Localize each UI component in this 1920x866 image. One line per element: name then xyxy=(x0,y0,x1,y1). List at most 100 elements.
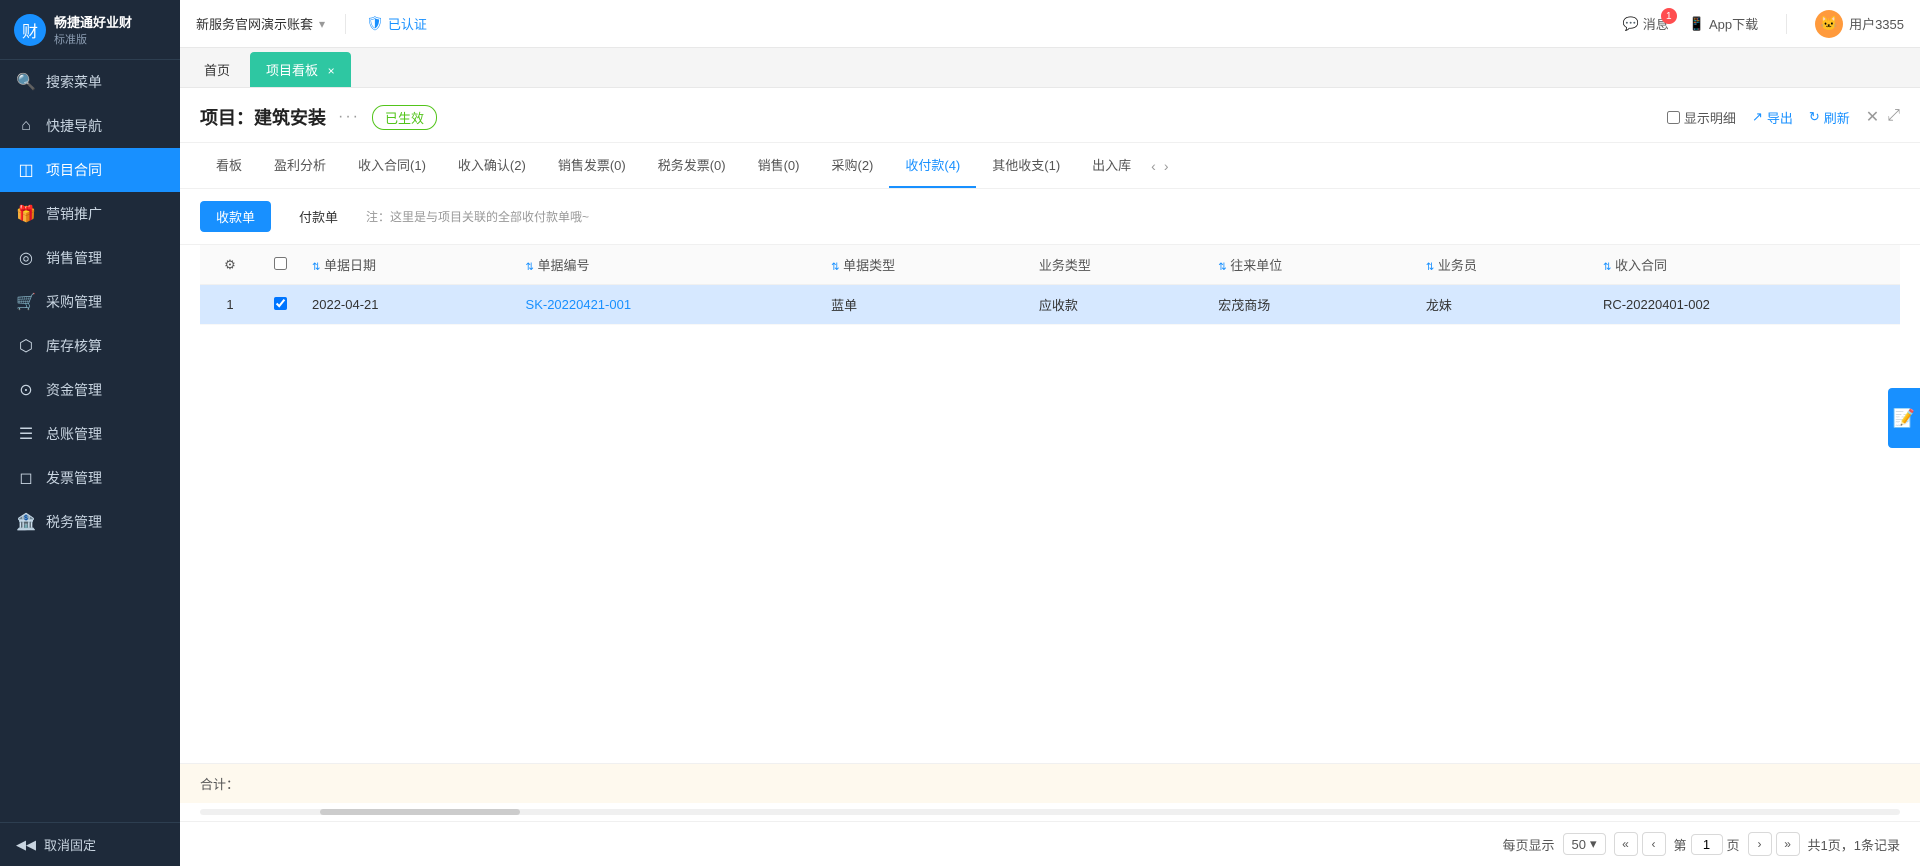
sub-nav-other-expenses[interactable]: 其他收支(1) xyxy=(976,143,1076,188)
sub-nav-income-confirm[interactable]: 收入确认(2) xyxy=(442,143,542,188)
next-page-btn[interactable]: › xyxy=(1748,832,1772,856)
main-area: 新服务官网演示账套 ▾ 🛡 已认证 💬 消息 1 📱 App下载 🐱 用户335… xyxy=(180,0,1920,866)
sidebar-item-search[interactable]: 🔍 搜索菜单 xyxy=(0,60,180,104)
row-number-link[interactable]: SK-20220421-001 xyxy=(526,297,632,312)
th-type[interactable]: ⇅ 单据类型 xyxy=(819,245,1027,285)
topbar-message-btn[interactable]: 💬 消息 1 xyxy=(1623,14,1669,33)
th-number[interactable]: ⇅ 单据编号 xyxy=(514,245,820,285)
sidebar-item-capital[interactable]: ⊙ 资金管理 xyxy=(0,368,180,412)
filter-bar: 收款单 付款单 注：这里是与项目关联的全部收付款单哦~ xyxy=(180,189,1920,245)
row-select-checkbox[interactable] xyxy=(274,297,287,310)
select-all-checkbox[interactable] xyxy=(274,257,287,270)
chevron-down-icon[interactable]: ▾ xyxy=(319,17,325,31)
sort-icon: ⇅ xyxy=(312,262,320,273)
floating-btn-icon: 📝 xyxy=(1893,408,1915,429)
export-icon: ↗ xyxy=(1752,109,1763,125)
topbar-certified: 🛡 已认证 xyxy=(366,14,427,33)
payment-tab-btn[interactable]: 付款单 xyxy=(283,201,354,232)
data-table: ⚙ ⇅ 单据日期 ⇅ 单据编号 xyxy=(200,245,1900,325)
topbar-user[interactable]: 🐱 用户3355 xyxy=(1815,10,1904,38)
scrollbar-track xyxy=(200,809,1900,815)
th-biz-type: 业务类型 xyxy=(1027,245,1206,285)
window-controls: ✕ ⤢ xyxy=(1866,107,1900,127)
tab-close-icon[interactable]: × xyxy=(328,64,335,78)
topbar-right: 💬 消息 1 📱 App下载 🐱 用户3355 xyxy=(1623,10,1904,38)
row-number[interactable]: SK-20220421-001 xyxy=(514,285,820,325)
sub-nav-sales[interactable]: 销售(0) xyxy=(742,143,816,188)
th-date[interactable]: ⇅ 单据日期 xyxy=(300,245,514,285)
sidebar-item-sales[interactable]: ◎ 销售管理 xyxy=(0,236,180,280)
first-page-btn[interactable]: « xyxy=(1614,832,1638,856)
sort-icon3: ⇅ xyxy=(831,262,839,273)
tab-project-board[interactable]: 项目看板 × xyxy=(250,52,351,87)
refresh-button[interactable]: ↻ 刷新 xyxy=(1809,108,1850,127)
last-page-btn[interactable]: » xyxy=(1776,832,1800,856)
row-company: 宏茂商场 xyxy=(1206,285,1414,325)
th-income-contract[interactable]: ⇅ 收入合同 xyxy=(1591,245,1900,285)
sidebar-unpin[interactable]: ◀◀ 取消固定 xyxy=(0,822,180,866)
th-settings[interactable]: ⚙ xyxy=(200,245,260,285)
row-num: 1 xyxy=(200,285,260,325)
sidebar-item-marketing[interactable]: 🎁 营销推广 xyxy=(0,192,180,236)
tabbar: 首页 项目看板 × xyxy=(180,48,1920,88)
sidebar-item-inventory[interactable]: ⬡ 库存核算 xyxy=(0,324,180,368)
table-scrollbar[interactable] xyxy=(180,803,1920,821)
message-badge: 1 xyxy=(1661,8,1677,24)
more-options-icon[interactable]: ··· xyxy=(338,108,360,126)
export-button[interactable]: ↗ 导出 xyxy=(1752,108,1793,127)
sort-icon6: ⇅ xyxy=(1603,262,1611,273)
pagination: 每页显示 50 ▾ « ‹ 第 页 › xyxy=(180,821,1920,866)
sort-icon2: ⇅ xyxy=(526,262,534,273)
project-header-right: 显示明细 ↗ 导出 ↻ 刷新 ✕ ⤢ xyxy=(1667,107,1900,127)
maximize-window-icon[interactable]: ⤢ xyxy=(1887,107,1900,127)
logo-icon: 财 xyxy=(14,14,46,46)
user-avatar: 🐱 xyxy=(1815,10,1843,38)
tab-home[interactable]: 首页 xyxy=(188,52,246,87)
floating-action-btn[interactable]: 📝 xyxy=(1888,388,1920,448)
sub-nav-prev-icon[interactable]: ‹ xyxy=(1147,158,1160,174)
chevron-down-icon: ▾ xyxy=(1590,836,1597,852)
table-total: 合计： xyxy=(180,763,1920,803)
th-company[interactable]: ⇅ 往来单位 xyxy=(1206,245,1414,285)
sidebar-item-ledger[interactable]: ☰ 总账管理 xyxy=(0,412,180,456)
th-salesperson[interactable]: ⇅ 业务员 xyxy=(1414,245,1591,285)
th-checkbox[interactable] xyxy=(260,245,300,285)
sidebar-item-invoice[interactable]: ◻ 发票管理 xyxy=(0,456,180,500)
row-income-contract: RC-20220401-002 xyxy=(1591,285,1900,325)
sub-nav-kanban[interactable]: 看板 xyxy=(200,143,258,188)
table-wrap[interactable]: ⚙ ⇅ 单据日期 ⇅ 单据编号 xyxy=(180,245,1920,763)
receipt-tab-btn[interactable]: 收款单 xyxy=(200,201,271,232)
prev-page-btn[interactable]: ‹ xyxy=(1642,832,1666,856)
topbar-divider2 xyxy=(1786,14,1787,34)
sub-nav-profit[interactable]: 盈利分析 xyxy=(258,143,342,188)
sidebar-item-purchase[interactable]: 🛒 采购管理 xyxy=(0,280,180,324)
sub-nav-next-icon[interactable]: › xyxy=(1160,158,1173,174)
sub-nav-income-contract[interactable]: 收入合同(1) xyxy=(342,143,442,188)
close-window-icon[interactable]: ✕ xyxy=(1866,107,1879,127)
per-page-select[interactable]: 50 ▾ xyxy=(1563,833,1606,855)
capital-icon: ⊙ xyxy=(16,380,36,400)
gift-icon: 🎁 xyxy=(16,204,36,224)
row-checkbox[interactable] xyxy=(260,285,300,325)
sub-nav-sales-invoice[interactable]: 销售发票(0) xyxy=(542,143,642,188)
sidebar-item-contract[interactable]: ◫ 项目合同 xyxy=(0,148,180,192)
sub-nav-receipts[interactable]: 收付款(4) xyxy=(889,143,976,188)
scrollbar-thumb[interactable] xyxy=(320,809,520,815)
home-icon: ⌂ xyxy=(16,117,36,135)
show-detail-checkbox[interactable]: 显示明细 xyxy=(1667,108,1736,127)
message-icon: 💬 xyxy=(1623,16,1639,32)
page-number-input[interactable] xyxy=(1691,834,1723,855)
topbar-app-download[interactable]: 📱 App下载 xyxy=(1689,14,1758,33)
sub-nav-purchase[interactable]: 采购(2) xyxy=(815,143,889,188)
phone-icon: 📱 xyxy=(1689,16,1705,32)
sort-icon4: ⇅ xyxy=(1218,262,1226,273)
sub-nav-inout[interactable]: 出入库 xyxy=(1076,143,1147,188)
tax-icon: 🏦 xyxy=(16,512,36,532)
invoice-icon: ◻ xyxy=(16,468,36,488)
sidebar-item-quicknav[interactable]: ⌂ 快捷导航 xyxy=(0,104,180,148)
sub-nav-tax-invoice[interactable]: 税务发票(0) xyxy=(642,143,742,188)
sidebar-item-tax[interactable]: 🏦 税务管理 xyxy=(0,500,180,544)
sub-nav: 看板 盈利分析 收入合同(1) 收入确认(2) 销售发票(0) 税务发票(0) … xyxy=(180,143,1920,189)
total-records-label: 共1页，1条记录 xyxy=(1808,835,1900,854)
detail-checkbox[interactable] xyxy=(1667,111,1680,124)
